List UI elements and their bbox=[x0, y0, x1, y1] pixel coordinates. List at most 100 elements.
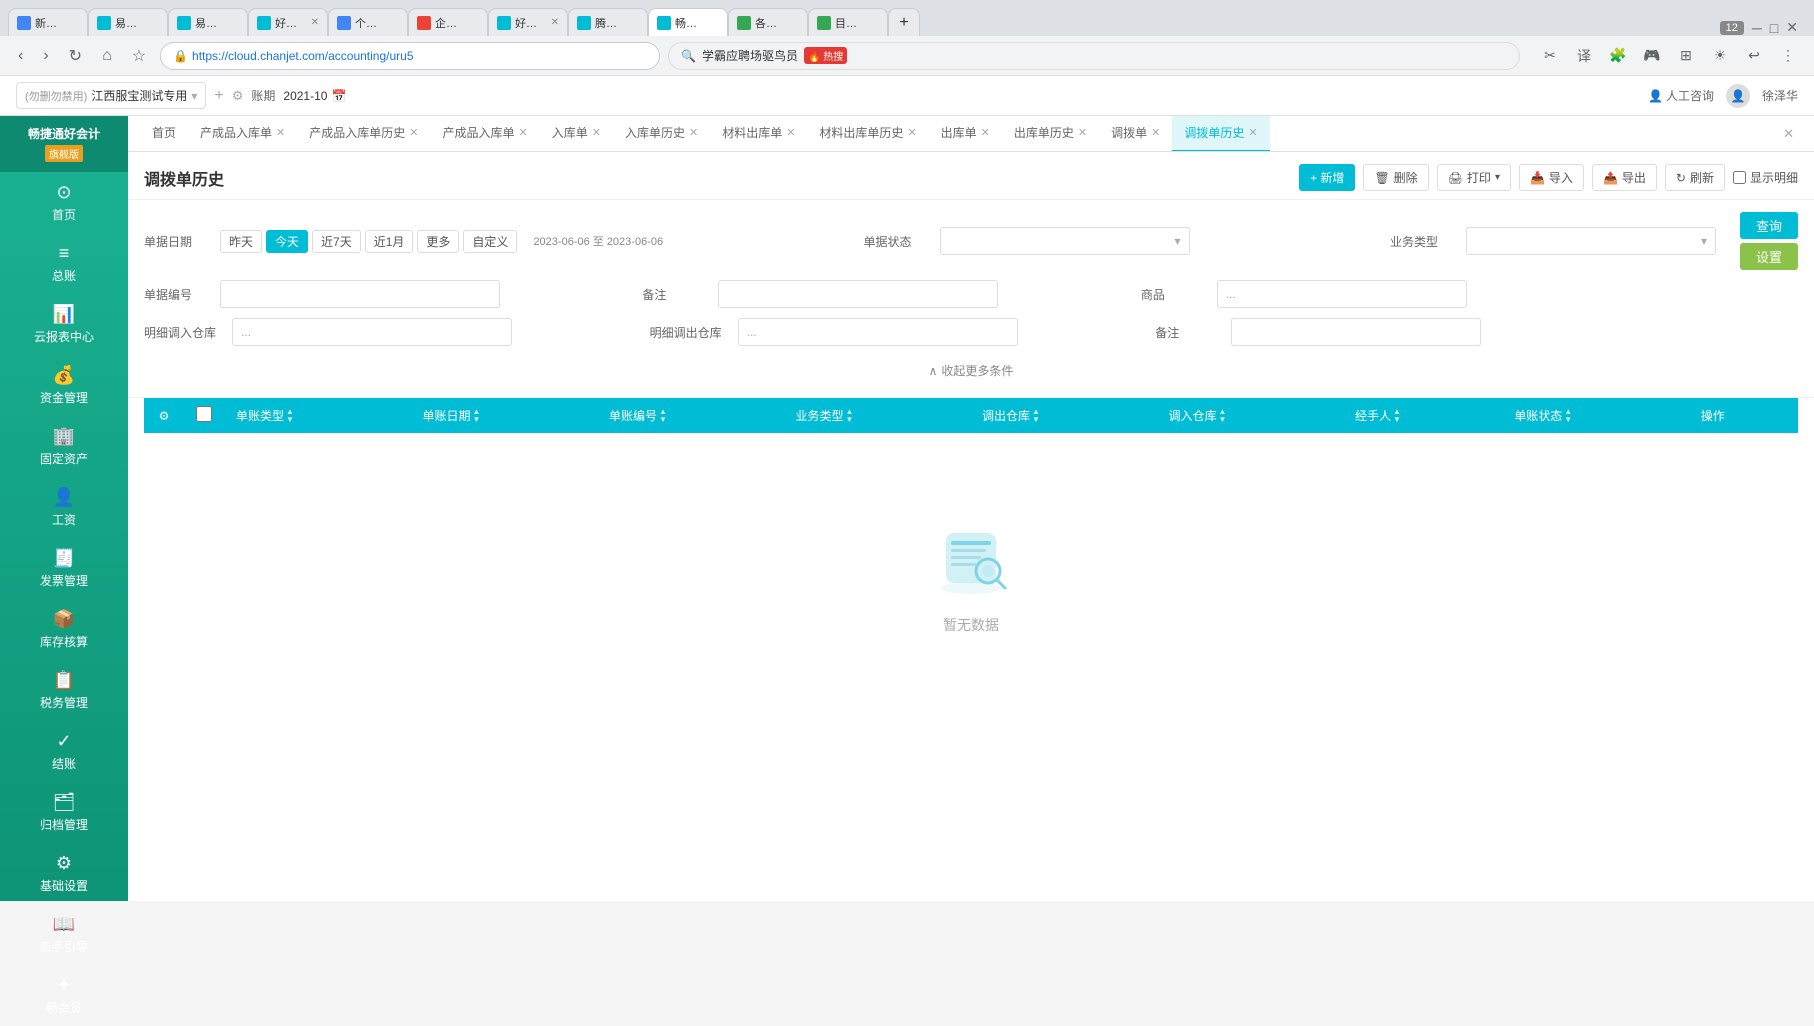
table-header-no[interactable]: 单账编号 ▲▼ bbox=[597, 398, 784, 433]
nav-tab-out-order[interactable]: 出库单 ✕ bbox=[929, 116, 1002, 152]
menu-icon[interactable]: ⋮ bbox=[1774, 42, 1802, 70]
refresh-button-page[interactable]: ↻ 刷新 bbox=[1665, 164, 1725, 191]
7days-btn[interactable]: 近7天 bbox=[312, 230, 361, 253]
browser-tab-11[interactable]: 目… bbox=[808, 8, 888, 36]
delete-button[interactable]: 🗑 删除 bbox=[1363, 164, 1428, 191]
nav-tab-product-in-history-close[interactable]: ✕ bbox=[409, 126, 418, 139]
nav-tab-out-history-close[interactable]: ✕ bbox=[1078, 126, 1087, 139]
query-button[interactable]: 查询 bbox=[1740, 212, 1798, 239]
sidebar-item-settings[interactable]: ⚙ 基础设置 bbox=[0, 843, 128, 904]
nav-close-all[interactable]: ✕ bbox=[1775, 126, 1802, 142]
note2-input[interactable] bbox=[1231, 318, 1481, 346]
browser-tab-8[interactable]: 腾… bbox=[568, 8, 648, 36]
sort-status[interactable]: 单账状态 ▲▼ bbox=[1514, 407, 1677, 424]
nav-tab-product-in2[interactable]: 产成品入库单 ✕ bbox=[430, 116, 539, 152]
sidebar-item-ledger[interactable]: ≡ 总账 bbox=[0, 233, 128, 294]
browser-tab-1[interactable]: 新… bbox=[8, 8, 88, 36]
window-minimize[interactable]: ─ bbox=[1752, 20, 1762, 36]
detail-in-select[interactable]: ... bbox=[232, 318, 512, 346]
select-all-checkbox[interactable] bbox=[196, 406, 212, 422]
custom-btn[interactable]: 自定义 bbox=[463, 230, 517, 253]
sidebar-item-archive[interactable]: 🗂 归档管理 bbox=[0, 782, 128, 843]
browser-tab-10[interactable]: 各… bbox=[728, 8, 808, 36]
biz-type-select[interactable]: ▾ bbox=[1466, 227, 1716, 255]
table-header-handler[interactable]: 经手人 ▲▼ bbox=[1343, 398, 1502, 433]
remarks-input[interactable] bbox=[718, 280, 998, 308]
window-maximize[interactable]: □ bbox=[1770, 20, 1778, 36]
nav-tab-product-in2-close[interactable]: ✕ bbox=[519, 126, 528, 139]
tab-close-7[interactable]: ✕ bbox=[551, 17, 559, 28]
print-button[interactable]: 🖨 打印 ▾ bbox=[1437, 164, 1511, 191]
sidebar-item-assets[interactable]: 🏢 固定资产 bbox=[0, 416, 128, 477]
window-close[interactable]: ✕ bbox=[1786, 19, 1798, 36]
new-button[interactable]: + 新增 bbox=[1299, 164, 1355, 191]
sort-handler[interactable]: 经手人 ▲▼ bbox=[1355, 407, 1490, 424]
sidebar-item-tax[interactable]: 📋 税务管理 bbox=[0, 660, 128, 721]
nav-tab-in-order-close[interactable]: ✕ bbox=[592, 126, 601, 139]
order-no-input[interactable] bbox=[220, 280, 500, 308]
nav-tab-transfer[interactable]: 调拨单 ✕ bbox=[1099, 116, 1172, 152]
sidebar-item-inventory[interactable]: 📦 库存核算 bbox=[0, 599, 128, 660]
browser-tab-3[interactable]: 易… bbox=[168, 8, 248, 36]
refresh-button[interactable]: ↻ bbox=[63, 42, 88, 70]
yesterday-btn[interactable]: 昨天 bbox=[220, 230, 262, 253]
nav-tab-material-out-history[interactable]: 材料出库单历史 ✕ bbox=[807, 116, 928, 152]
sidebar-item-wages[interactable]: 👤 工资 bbox=[0, 477, 128, 538]
nav-tab-in-history[interactable]: 入库单历史 ✕ bbox=[613, 116, 710, 152]
table-header-date[interactable]: 单账日期 ▲▼ bbox=[411, 398, 598, 433]
nav-tab-product-in[interactable]: 产成品入库单 ✕ bbox=[188, 116, 297, 152]
table-header-status[interactable]: 单账状态 ▲▼ bbox=[1502, 398, 1689, 433]
sidebar-item-member[interactable]: ✦ 畅会员 bbox=[0, 965, 128, 1026]
table-header-gear[interactable]: ⚙ bbox=[144, 398, 184, 433]
show-dense-checkbox[interactable] bbox=[1733, 171, 1746, 184]
more-btn[interactable]: 更多 bbox=[417, 230, 459, 253]
nav-tab-transfer-close[interactable]: ✕ bbox=[1151, 126, 1160, 139]
extension-icon[interactable]: 🧩 bbox=[1604, 42, 1632, 70]
settings-icon[interactable]: ⚙ bbox=[232, 88, 244, 104]
calendar-icon[interactable]: 📅 bbox=[331, 89, 346, 103]
add-company-btn[interactable]: + bbox=[214, 87, 223, 105]
grid-icon[interactable]: ⊞ bbox=[1672, 42, 1700, 70]
sort-type[interactable]: 单账类型 ▲▼ bbox=[236, 407, 399, 424]
theme-icon[interactable]: ☀ bbox=[1706, 42, 1734, 70]
user-avatar[interactable]: 👤 bbox=[1726, 84, 1750, 108]
detail-out-select[interactable]: ... bbox=[738, 318, 1018, 346]
browser-tab-2[interactable]: 易… bbox=[88, 8, 168, 36]
gamepad-icon[interactable]: 🎮 bbox=[1638, 42, 1666, 70]
table-header-in-wh[interactable]: 调入仓库 ▲▼ bbox=[1157, 398, 1344, 433]
nav-tab-material-out-history-close[interactable]: ✕ bbox=[907, 126, 916, 139]
nav-tab-in-history-close[interactable]: ✕ bbox=[689, 126, 698, 139]
sort-no[interactable]: 单账编号 ▲▼ bbox=[609, 407, 772, 424]
address-bar[interactable]: 🔒 https://cloud.chanjet.com/accounting/u… bbox=[160, 42, 660, 70]
browser-tab-6[interactable]: 企… bbox=[408, 8, 488, 36]
browser-tab-7[interactable]: 好… ✕ bbox=[488, 8, 568, 36]
nav-tab-product-in-history[interactable]: 产成品入库单历史 ✕ bbox=[297, 116, 430, 152]
export-button[interactable]: 📤 导出 bbox=[1592, 164, 1657, 191]
sort-biz[interactable]: 业务类型 ▲▼ bbox=[796, 407, 959, 424]
nav-tab-home[interactable]: 首页 bbox=[140, 116, 188, 152]
table-header-type[interactable]: 单账类型 ▲▼ bbox=[224, 398, 411, 433]
new-tab-btn[interactable]: + bbox=[888, 8, 920, 36]
sort-date[interactable]: 单账日期 ▲▼ bbox=[423, 407, 586, 424]
company-selector[interactable]: (勿删勿禁用) 江西服宝测试专用 ▾ bbox=[16, 82, 206, 109]
sort-in-wh[interactable]: 调入仓库 ▲▼ bbox=[1169, 407, 1332, 424]
nav-tab-product-in-close[interactable]: ✕ bbox=[276, 126, 285, 139]
back-button[interactable]: ‹ bbox=[12, 43, 29, 69]
nav-tab-out-order-close[interactable]: ✕ bbox=[981, 126, 990, 139]
tab-close-4[interactable]: ✕ bbox=[311, 17, 319, 28]
status-select[interactable]: ▾ bbox=[940, 227, 1190, 255]
sidebar-item-capital[interactable]: 💰 资金管理 bbox=[0, 355, 128, 416]
sidebar-item-settle[interactable]: ✓ 结账 bbox=[0, 721, 128, 782]
nav-tab-material-out-close[interactable]: ✕ bbox=[786, 126, 795, 139]
nav-tab-out-history[interactable]: 出库单历史 ✕ bbox=[1002, 116, 1099, 152]
1month-btn[interactable]: 近1月 bbox=[365, 230, 414, 253]
browser-tab-5[interactable]: 个… bbox=[328, 8, 408, 36]
browser-tab-9[interactable]: 畅… bbox=[648, 8, 728, 36]
nav-tab-transfer-history-close[interactable]: ✕ bbox=[1248, 126, 1257, 139]
nav-tab-material-out[interactable]: 材料出库单 ✕ bbox=[710, 116, 807, 152]
goods-select[interactable]: ... bbox=[1217, 280, 1467, 308]
sort-out-wh[interactable]: 调出仓库 ▲▼ bbox=[982, 407, 1145, 424]
sidebar-item-reports[interactable]: 📊 云报表中心 bbox=[0, 294, 128, 355]
browser-tab-4[interactable]: 好… ✕ bbox=[248, 8, 328, 36]
collapse-button[interactable]: ∧ 收起更多条件 bbox=[923, 356, 1020, 385]
